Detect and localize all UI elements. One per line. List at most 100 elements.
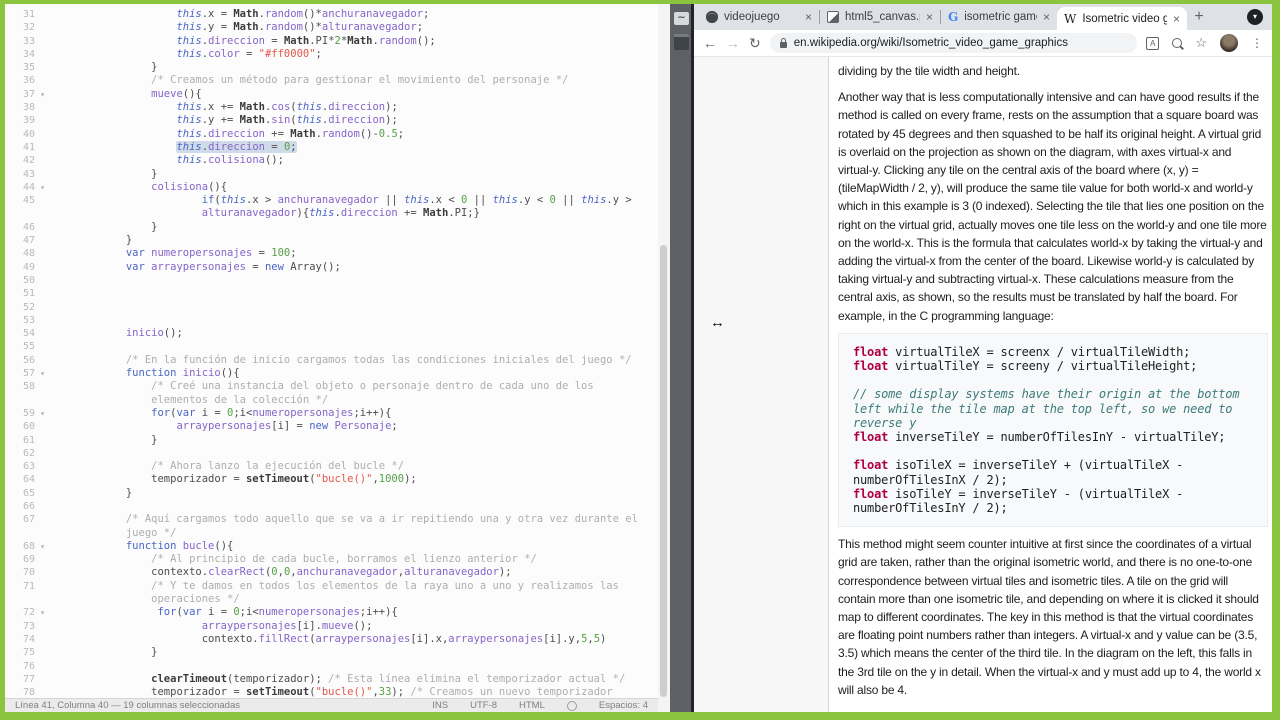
code-row[interactable]: 62: [5, 447, 658, 460]
code-row[interactable]: 65 }: [5, 487, 658, 500]
code-row[interactable]: 45 if(this.x > anchuranavegador || this.…: [5, 194, 658, 207]
profile-chevron-icon[interactable]: ▾: [1247, 9, 1263, 25]
code-line-text[interactable]: this.x += Math.cos(this.direccion);: [50, 101, 397, 114]
code-line-text[interactable]: /* En la función de inicio cargamos toda…: [50, 354, 632, 367]
code-line-text[interactable]: }: [50, 61, 157, 74]
code-line-text[interactable]: this.x = Math.random()*anchuranavegador;: [50, 8, 429, 21]
code-line-text[interactable]: juego */: [50, 527, 177, 540]
code-line-text[interactable]: function bucle(){: [50, 540, 233, 553]
code-line-text[interactable]: contexto.fillRect(arraypersonajes[i].x,a…: [50, 633, 607, 646]
code-row[interactable]: 73 arraypersonajes[i].mueve();: [5, 620, 658, 633]
code-line-text[interactable]: }: [50, 168, 157, 181]
code-row[interactable]: 39 this.y += Math.sin(this.direccion);: [5, 114, 658, 127]
code-line-text[interactable]: function inicio(){: [50, 367, 240, 380]
code-row[interactable]: 72 ▾ for(var i = 0;i<numeropersonajes;i++…: [5, 606, 658, 619]
code-row[interactable]: 52: [5, 301, 658, 314]
code-row[interactable]: juego */: [5, 527, 658, 540]
code-line-text[interactable]: /* Creamos un método para gestionar el m…: [50, 74, 568, 87]
code-line-text[interactable]: /* Aquí cargamos todo aquello que se va …: [50, 513, 638, 526]
briefcase-file-icon[interactable]: [674, 34, 689, 50]
code-row[interactable]: 74 contexto.fillRect(arraypersonajes[i].…: [5, 633, 658, 646]
code-row[interactable]: 42 this.colisiona();: [5, 154, 658, 167]
code-row[interactable]: 68 ▾ function bucle(){: [5, 540, 658, 553]
encoding-selector[interactable]: UTF-8: [470, 700, 497, 711]
code-line-text[interactable]: }: [50, 434, 157, 447]
code-row[interactable]: 35 }: [5, 61, 658, 74]
code-row[interactable]: 78 temporizador = setTimeout("bucle()",3…: [5, 686, 658, 698]
tab-google-search[interactable]: G isometric games wikip ×: [941, 4, 1057, 30]
code-row[interactable]: 34 this.color = "#ff0000";: [5, 48, 658, 61]
code-row[interactable]: 60 arraypersonajes[i] = new Personaje;: [5, 420, 658, 433]
code-line-text[interactable]: temporizador = setTimeout("bucle()",33);…: [50, 686, 613, 698]
code-row[interactable]: 50: [5, 274, 658, 287]
new-tab-button[interactable]: +: [1187, 4, 1211, 30]
editor-scrollbar-thumb[interactable]: [660, 245, 667, 697]
close-tab-icon[interactable]: ×: [1173, 12, 1180, 26]
code-row[interactable]: operaciones */: [5, 593, 658, 606]
code-line-text[interactable]: alturanavegador){this.direccion += Math.…: [50, 207, 480, 220]
code-line-text[interactable]: inicio();: [50, 327, 183, 340]
code-row[interactable]: 71 /* Y te damos en todos los elementos …: [5, 580, 658, 593]
code-row[interactable]: 31 this.x = Math.random()*anchuranavegad…: [5, 8, 658, 21]
code-line-text[interactable]: operaciones */: [50, 593, 240, 606]
tab-videojuego[interactable]: videojuego ×: [699, 4, 819, 30]
code-row[interactable]: 66: [5, 500, 658, 513]
fold-arrow-icon[interactable]: ▾: [35, 606, 50, 619]
code-line-text[interactable]: arraypersonajes[i].mueve();: [50, 620, 373, 633]
address-bar[interactable]: en.wikipedia.org/wiki/Isometric_video_ga…: [769, 33, 1138, 53]
zoom-icon[interactable]: [1172, 38, 1183, 48]
code-row[interactable]: 76: [5, 660, 658, 673]
code-line-text[interactable]: }: [50, 646, 157, 659]
code-line-text[interactable]: for(var i = 0;i<numeropersonajes;i++){: [50, 407, 391, 420]
code-line-text[interactable]: temporizador = setTimeout("bucle()",1000…: [50, 473, 417, 486]
code-line-text[interactable]: this.direccion = Math.PI*2*Math.random()…: [50, 35, 435, 48]
waveform-file-icon[interactable]: ~: [674, 12, 689, 25]
code-line-text[interactable]: this.y += Math.sin(this.direccion);: [50, 114, 397, 127]
fold-arrow-icon[interactable]: ▾: [35, 540, 50, 553]
code-row[interactable]: 75 }: [5, 646, 658, 659]
url-text[interactable]: en.wikipedia.org/wiki/Isometric_video_ga…: [794, 37, 1068, 49]
code-row[interactable]: 59 ▾ for(var i = 0;i<numeropersonajes;i++…: [5, 407, 658, 420]
code-row[interactable]: 36 /* Creamos un método para gestionar e…: [5, 74, 658, 87]
code-row[interactable]: 32 this.y = Math.random()*alturanavegado…: [5, 21, 658, 34]
fold-arrow-icon[interactable]: ▾: [35, 407, 50, 420]
forward-button[interactable]: →: [726, 35, 740, 51]
code-line-text[interactable]: elementos de la colección */: [50, 394, 328, 407]
code-line-text[interactable]: }: [50, 487, 132, 500]
tab-isometric-wikipedia[interactable]: W Isometric video game ×: [1057, 7, 1187, 30]
code-row[interactable]: 70 contexto.clearRect(0,0,anchuranavegad…: [5, 566, 658, 579]
code-row[interactable]: 53: [5, 314, 658, 327]
code-row[interactable]: 54 inicio();: [5, 327, 658, 340]
code-row[interactable]: 46 }: [5, 221, 658, 234]
browser-menu-icon[interactable]: ⋮: [1251, 36, 1263, 50]
code-lines[interactable]: 31 this.x = Math.random()*anchuranavegad…: [5, 8, 658, 698]
code-line-text[interactable]: this.colisiona();: [50, 154, 284, 167]
tab-html5-canvas[interactable]: html5_canvas.png (13 ×: [820, 4, 940, 30]
reload-button[interactable]: ↻: [749, 35, 761, 52]
code-row[interactable]: 69 /* Al principio de cada bucle, borram…: [5, 553, 658, 566]
code-line-text[interactable]: var arraypersonajes = new Array();: [50, 261, 341, 274]
code-row[interactable]: 64 temporizador = setTimeout("bucle()",1…: [5, 473, 658, 486]
code-row[interactable]: 61 }: [5, 434, 658, 447]
code-line-text[interactable]: if(this.x > anchuranavegador || this.x <…: [50, 194, 632, 207]
close-tab-icon[interactable]: ×: [805, 10, 812, 24]
code-row[interactable]: 44 ▾ colisiona(){: [5, 181, 658, 194]
code-line-text[interactable]: var numeropersonajes = 100;: [50, 247, 297, 260]
translate-icon[interactable]: A: [1146, 36, 1160, 50]
code-row[interactable]: 37 ▾ mueve(){: [5, 88, 658, 101]
fold-arrow-icon[interactable]: ▾: [35, 181, 50, 194]
code-row[interactable]: 55: [5, 340, 658, 353]
code-line-text[interactable]: this.y = Math.random()*alturanavegador;: [50, 21, 423, 34]
close-tab-icon[interactable]: ×: [926, 10, 933, 24]
secure-lock-icon[interactable]: [779, 37, 787, 48]
code-line-text[interactable]: /* Creé una instancia del objeto o perso…: [50, 380, 594, 393]
code-line-text[interactable]: }: [50, 221, 157, 234]
code-row[interactable]: elementos de la colección */: [5, 394, 658, 407]
code-row[interactable]: 56 /* En la función de inicio cargamos t…: [5, 354, 658, 367]
syntax-selector[interactable]: HTML: [519, 700, 545, 711]
code-line-text[interactable]: arraypersonajes[i] = new Personaje;: [50, 420, 397, 433]
fold-arrow-icon[interactable]: ▾: [35, 88, 50, 101]
code-row[interactable]: 47 }: [5, 234, 658, 247]
code-row[interactable]: 43 }: [5, 168, 658, 181]
code-row[interactable]: 48 var numeropersonajes = 100;: [5, 247, 658, 260]
